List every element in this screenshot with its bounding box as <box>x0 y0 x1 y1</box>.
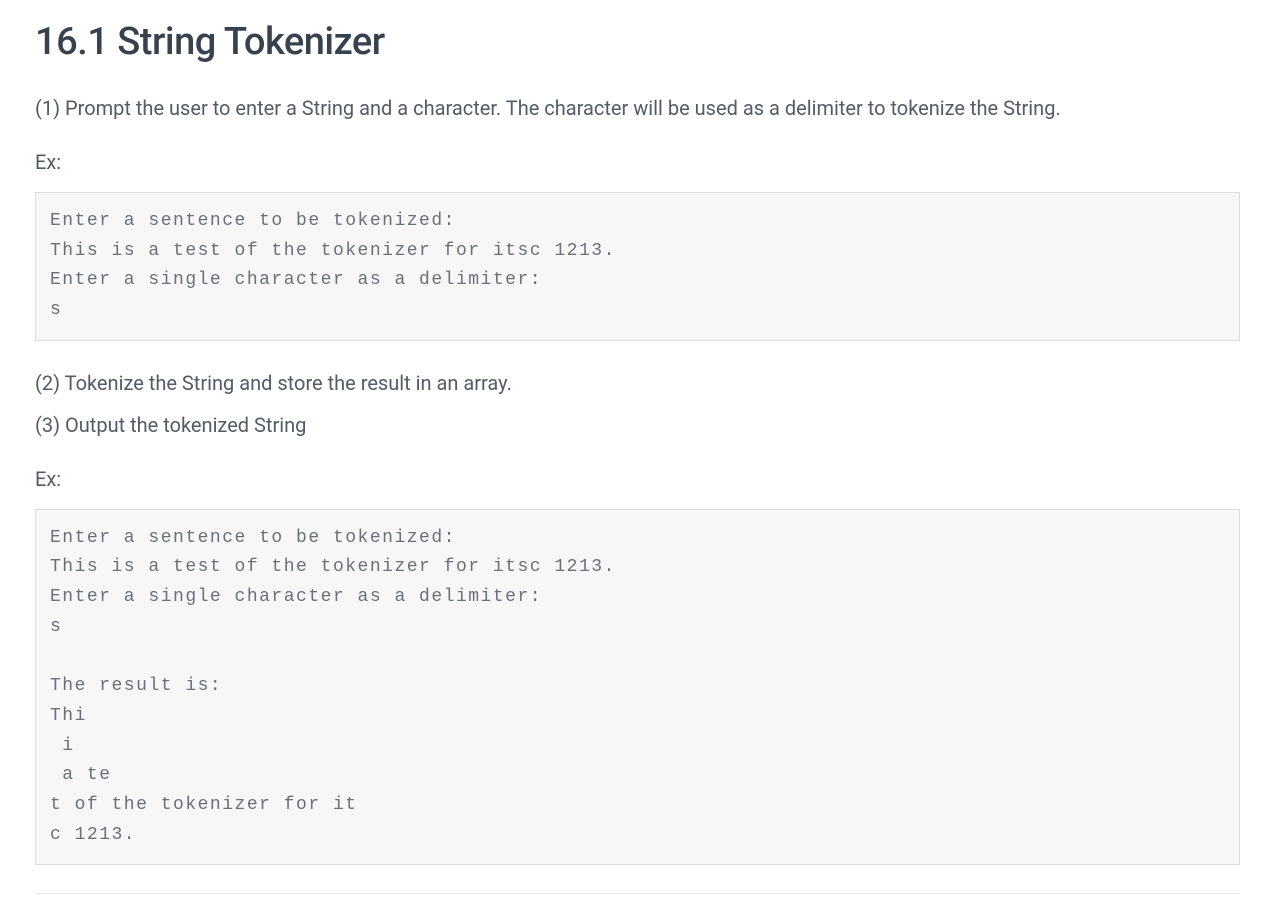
step-3-text: (3) Output the tokenized String <box>35 411 1240 439</box>
example-label-2: Ex: <box>35 467 1240 491</box>
code-example-2: Enter a sentence to be tokenized: This i… <box>35 509 1240 866</box>
step-1-text: (1) Prompt the user to enter a String an… <box>35 94 1240 122</box>
page-heading: 16.1 String Tokenizer <box>35 20 1240 64</box>
example-label-1: Ex: <box>35 150 1240 174</box>
step-2-text: (2) Tokenize the String and store the re… <box>35 369 1240 397</box>
section-divider <box>35 893 1240 894</box>
code-example-1: Enter a sentence to be tokenized: This i… <box>35 192 1240 341</box>
